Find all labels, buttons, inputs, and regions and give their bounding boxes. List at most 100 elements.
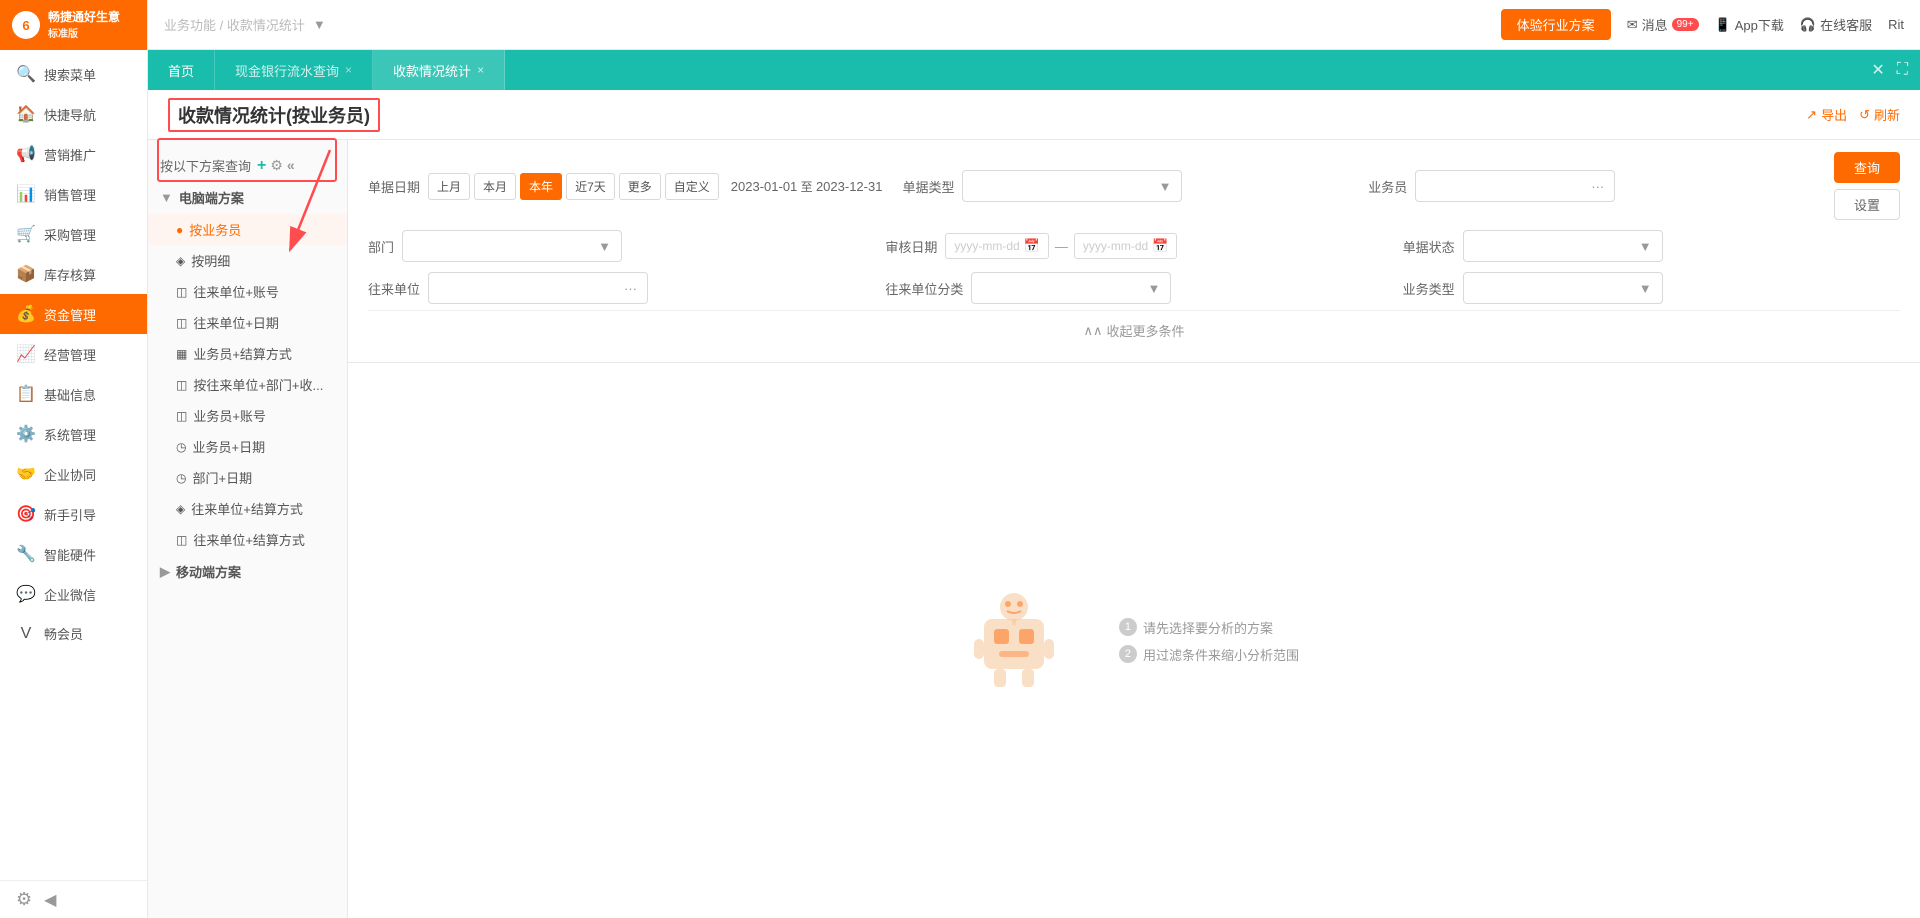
sidebar-item-member[interactable]: V 畅会员 xyxy=(0,614,147,653)
sidebar-item-label: 快捷导航 xyxy=(44,105,96,124)
date-btn-more[interactable]: 更多 xyxy=(619,173,661,200)
partner-select[interactable]: ··· xyxy=(428,272,648,304)
dept-select[interactable]: ▼ xyxy=(402,230,622,262)
settings-btn[interactable]: 设置 xyxy=(1834,189,1900,220)
tab-close-all-icon[interactable]: ✕ xyxy=(1871,60,1884,80)
tab-fullscreen-icon[interactable]: ⛶ xyxy=(1897,61,1908,79)
tree-item-salesman-settle[interactable]: ▦ 业务员+结算方式 xyxy=(148,338,347,369)
app-download-btn[interactable]: 📱 App下载 xyxy=(1715,15,1784,34)
sidebar-item-sales[interactable]: 📊 销售管理 xyxy=(0,174,147,214)
content-area: 按以下方案查询 + ⚙ « ▼ 电脑端方案 ● 按业务员 xyxy=(148,140,1920,918)
message-btn[interactable]: ✉ 消息 99+ xyxy=(1627,15,1699,34)
add-scheme-btn[interactable]: + xyxy=(257,157,266,175)
tree-item-label: 按业务员 xyxy=(189,220,241,239)
sidebar-item-operation[interactable]: 📈 经营管理 xyxy=(0,334,147,374)
inventory-icon: 📦 xyxy=(16,264,36,284)
tree-item-partner-settle1[interactable]: ◈ 往来单位+结算方式 xyxy=(148,493,347,524)
online-service-btn[interactable]: 🎧 在线客服 xyxy=(1800,15,1872,34)
tree-item-icon: ▦ xyxy=(176,347,187,361)
sidebar-item-finance[interactable]: 💰 资金管理 xyxy=(0,294,147,334)
salesman-select[interactable]: ··· xyxy=(1415,170,1615,202)
scheme-settings-btn[interactable]: ⚙ xyxy=(270,157,283,175)
doc-type-select[interactable]: ▼ xyxy=(962,170,1182,202)
tree-item-partner-settle2[interactable]: ◫ 往来单位+结算方式 xyxy=(148,524,347,555)
user-avatar[interactable]: Rit xyxy=(1888,17,1904,32)
tip-item-2: 2 用过滤条件来缩小分析范围 xyxy=(1119,645,1299,664)
tab-bank-flow[interactable]: 现金银行流水查询 × xyxy=(215,50,373,90)
tree-item-partner-dept-collect[interactable]: ◫ 按往来单位+部门+收... xyxy=(148,369,347,400)
tree-item-salesman-date[interactable]: ◷ 业务员+日期 xyxy=(148,431,347,462)
sidebar-item-search[interactable]: 🔍 搜索菜单 xyxy=(0,54,147,94)
collapse-sidebar-icon[interactable]: ◀ xyxy=(44,890,56,910)
sidebar-item-marketing[interactable]: 📢 营销推广 xyxy=(0,134,147,174)
tab-current[interactable]: 收款情况统计 × xyxy=(373,50,505,90)
empty-tips: 1 请先选择要分析的方案 2 用过滤条件来缩小分析范围 xyxy=(1119,618,1299,664)
sidebar-item-wechat[interactable]: 💬 企业微信 xyxy=(0,574,147,614)
tree-group-pc[interactable]: ▼ 电脑端方案 xyxy=(148,181,347,214)
tree-item-dept-date[interactable]: ◷ 部门+日期 xyxy=(148,462,347,493)
tree-item-icon: ● xyxy=(176,223,183,237)
marketing-icon: 📢 xyxy=(16,144,36,164)
sidebar-item-hardware[interactable]: 🔧 智能硬件 xyxy=(0,534,147,574)
online-service-label: 在线客服 xyxy=(1820,15,1872,34)
tab-current-close[interactable]: × xyxy=(477,63,484,77)
sidebar-item-label: 企业微信 xyxy=(44,585,96,604)
left-panel: 按以下方案查询 + ⚙ « ▼ 电脑端方案 ● 按业务员 xyxy=(148,140,348,918)
refresh-btn[interactable]: ↺ 刷新 xyxy=(1859,105,1900,124)
doc-status-select[interactable]: ▼ xyxy=(1463,230,1663,262)
tree-group-mobile-label: 移动端方案 xyxy=(176,562,241,581)
collapse-more-btn[interactable]: ∧∧ 收起更多条件 xyxy=(368,310,1900,350)
tab-current-label: 收款情况统计 xyxy=(393,61,471,80)
sidebar-item-system[interactable]: ⚙️ 系统管理 xyxy=(0,414,147,454)
partner-category-select[interactable]: ▼ xyxy=(971,272,1171,304)
sidebar-item-corp[interactable]: 🤝 企业协同 xyxy=(0,454,147,494)
sidebar-item-quick-nav[interactable]: 🏠 快捷导航 xyxy=(0,94,147,134)
date-btn-last-month[interactable]: 上月 xyxy=(428,173,470,200)
sidebar-item-label: 企业协同 xyxy=(44,465,96,484)
sidebar-item-basic[interactable]: 📋 基础信息 xyxy=(0,374,147,414)
query-btn[interactable]: 查询 xyxy=(1834,152,1900,183)
date-btn-this-month[interactable]: 本月 xyxy=(474,173,516,200)
tree-item-label: 往来单位+结算方式 xyxy=(191,499,303,518)
tree-item-label: 业务员+结算方式 xyxy=(193,344,292,363)
biz-type-select[interactable]: ▼ xyxy=(1463,272,1663,304)
tree-item-icon: ◷ xyxy=(176,440,186,454)
date-btn-this-year[interactable]: 本年 xyxy=(520,173,562,200)
date-btn-custom[interactable]: 自定义 xyxy=(665,173,719,200)
tip-item-1: 1 请先选择要分析的方案 xyxy=(1119,618,1299,637)
sidebar-item-guide[interactable]: 🎯 新手引导 xyxy=(0,494,147,534)
tree-item-by-detail[interactable]: ◈ 按明细 xyxy=(148,245,347,276)
sidebar-item-purchase[interactable]: 🛒 采购管理 xyxy=(0,214,147,254)
tree-item-by-salesman[interactable]: ● 按业务员 xyxy=(148,214,347,245)
refresh-label: 刷新 xyxy=(1874,105,1900,124)
tree-group-mobile[interactable]: ▶ 移动端方案 xyxy=(148,555,347,588)
tab-home[interactable]: 首页 xyxy=(148,50,215,90)
export-btn[interactable]: ↗ 导出 xyxy=(1806,105,1847,124)
biz-type-label: 业务类型 xyxy=(1403,279,1455,298)
date-btn-7days[interactable]: 近7天 xyxy=(566,173,615,200)
download-icon: 📱 xyxy=(1715,17,1731,33)
sidebar-item-inventory[interactable]: 📦 库存核算 xyxy=(0,254,147,294)
tree-item-partner-account[interactable]: ◫ 往来单位+账号 xyxy=(148,276,347,307)
review-date-from[interactable]: yyyy-mm-dd xyxy=(954,239,1019,253)
tree-item-partner-date[interactable]: ◫ 往来单位+日期 xyxy=(148,307,347,338)
collapse-panel-btn[interactable]: « xyxy=(287,157,295,175)
settings-bottom-icon[interactable]: ⚙ xyxy=(16,889,32,910)
service-icon: 🎧 xyxy=(1800,17,1816,33)
tip-num-1: 1 xyxy=(1119,618,1137,636)
app-title: 畅捷通好生意 xyxy=(48,10,120,26)
user-name: Rit xyxy=(1888,17,1904,32)
calendar-to-icon[interactable]: 📅 xyxy=(1152,238,1168,254)
trial-btn[interactable]: 体验行业方案 xyxy=(1501,9,1611,40)
export-icon: ↗ xyxy=(1806,107,1817,123)
calendar-from-icon[interactable]: 📅 xyxy=(1024,238,1040,254)
breadcrumb-dropdown-icon[interactable]: ▼ xyxy=(313,17,326,32)
review-date-to[interactable]: yyyy-mm-dd xyxy=(1083,239,1148,253)
hardware-icon: 🔧 xyxy=(16,544,36,564)
tab-bank-flow-close[interactable]: × xyxy=(345,63,352,77)
app-logo: 6 畅捷通好生意 标准版 xyxy=(0,0,147,50)
tree-item-salesman-account[interactable]: ◫ 业务员+账号 xyxy=(148,400,347,431)
system-icon: ⚙️ xyxy=(16,424,36,444)
sidebar-item-label: 营销推广 xyxy=(44,145,96,164)
refresh-icon: ↺ xyxy=(1859,107,1870,123)
